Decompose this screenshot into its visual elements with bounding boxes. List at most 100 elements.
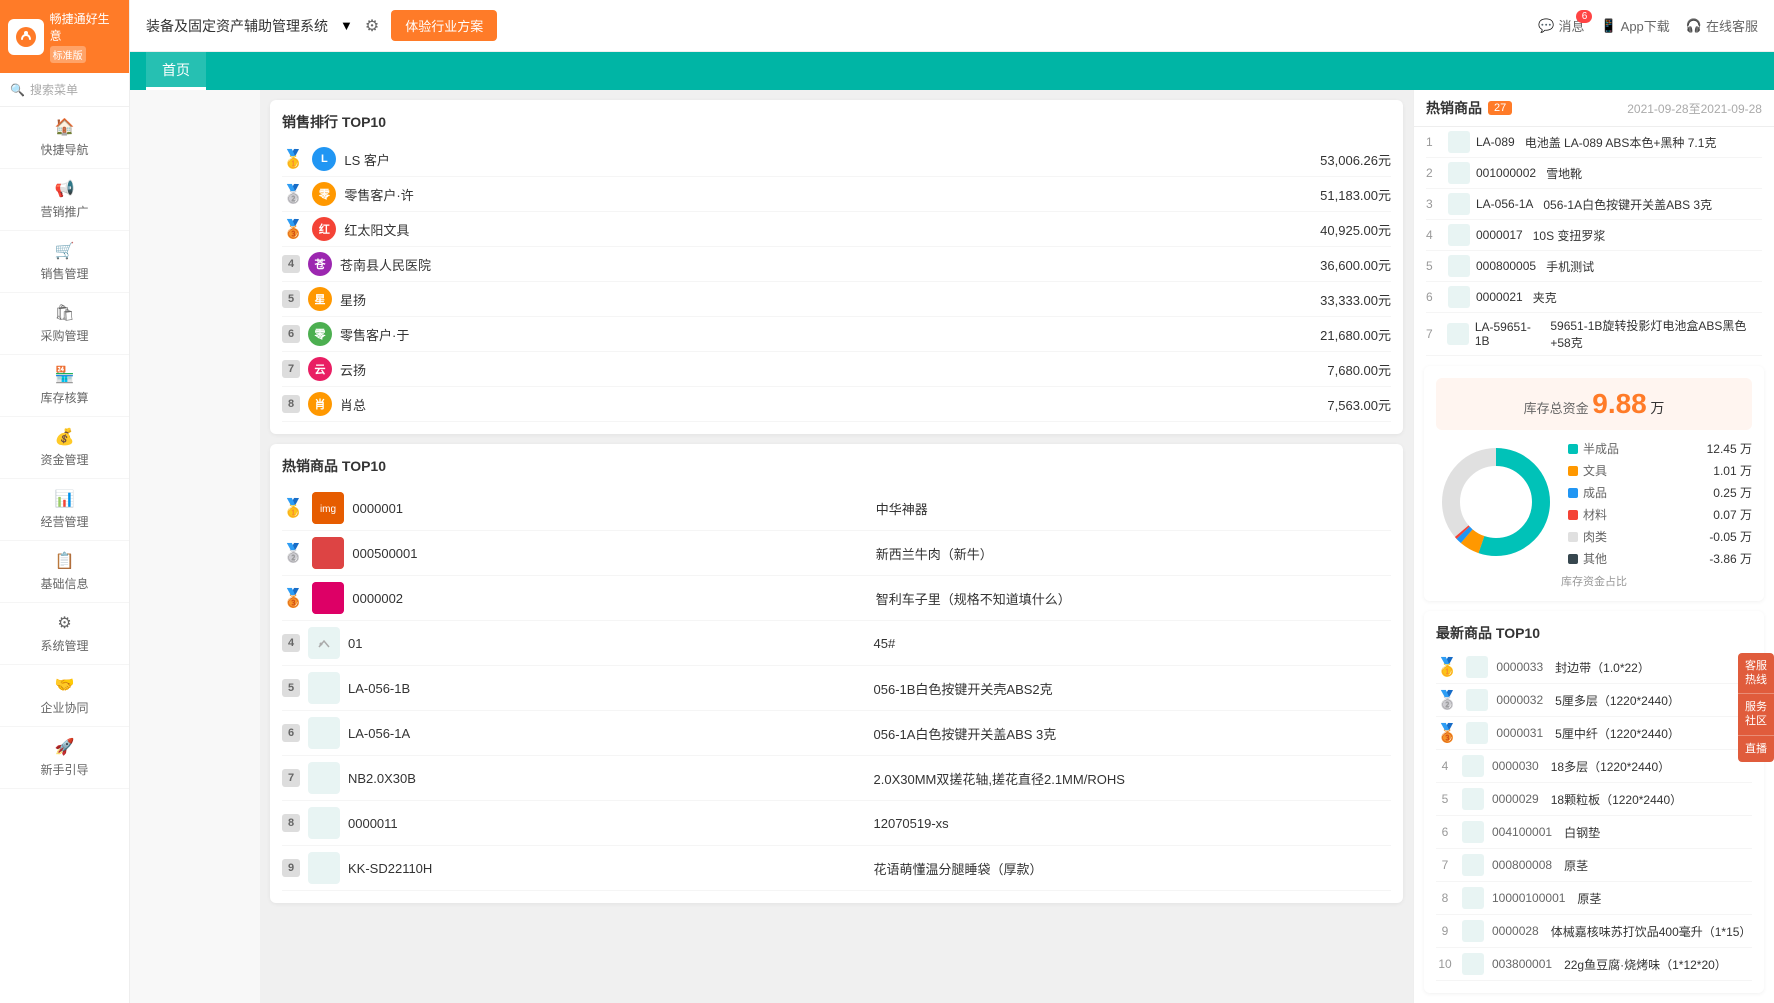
product-thumbnail — [308, 672, 340, 704]
table-row: 🥉 红 红太阳文具 40,925.00元 — [282, 212, 1391, 247]
legend-dot — [1568, 532, 1578, 542]
latest-products-card: 最新商品 TOP10 🥇 0000033 封边带（1.0*22） 🥈 — [1424, 611, 1764, 993]
search-menu[interactable]: 🔍 搜索菜单 — [0, 73, 129, 107]
service-community-button[interactable]: 服务社区 — [1738, 694, 1774, 736]
logo-text: 畅捷通好生意 标准版 — [50, 10, 121, 63]
sidebar-logo: 畅捷通好生意 标准版 — [0, 0, 129, 73]
top-selling-date: 2021-09-28至2021-09-28 — [1627, 100, 1762, 117]
medal-icon: 🥈 — [282, 543, 304, 564]
sidebar-nav-item-purchase[interactable]: 🛍 采购管理 — [0, 293, 129, 355]
sidebar-nav-item-enterprise[interactable]: 🤝 企业协同 — [0, 665, 129, 727]
list-item: 7 NB2.0X30B 2.0X30MM双搓花轴,搓花直径2.1MM/ROHS — [282, 756, 1391, 801]
sidebar-nav-item-basic[interactable]: 📋 基础信息 — [0, 541, 129, 603]
svg-text:img: img — [320, 504, 336, 515]
hot-products-title: 热销商品 TOP10 — [282, 456, 1391, 476]
list-item: 5 0000029 18颗粒板（1220*2440） — [1436, 783, 1752, 816]
list-item: 6 LA-056-1A 056-1A白色按键开关盖ABS 3克 — [282, 711, 1391, 756]
table-row: 7 云 云扬 7,680.00元 — [282, 352, 1391, 387]
sidebar-nav-item-home[interactable]: 🏠 快捷导航 — [0, 107, 129, 169]
top-selling-header: 热销商品 27 2021-09-28至2021-09-28 — [1414, 90, 1774, 127]
top-selling-list: 1 LA-089 电池盖 LA-089 ABS本色+黑种 7.1克 2 0010… — [1414, 127, 1774, 356]
product-icon — [1448, 131, 1470, 153]
list-item: 🥇 img 0000001 中华神器 — [282, 486, 1391, 531]
table-row: 🥇 L LS 客户 53,006.26元 — [282, 142, 1391, 177]
legend-item: 其他 -3.86 万 — [1568, 550, 1752, 567]
product-icon — [1448, 286, 1470, 308]
avatar: L — [312, 147, 336, 171]
app-download-button[interactable]: 📱 App下载 — [1600, 16, 1669, 35]
product-icon — [1466, 689, 1488, 711]
product-icon — [1448, 162, 1470, 184]
donut-chart-section: 半成品 12.45 万 文具 1.01 万 成品 0.25 万 — [1436, 440, 1752, 567]
list-item: 🥉 0000002 智利车子里（规格不知道填什么） — [282, 576, 1391, 621]
avatar: 红 — [312, 217, 336, 241]
list-item: 🥈 0000032 5厘多层（1220*2440） — [1436, 684, 1752, 717]
message-badge: 6 — [1576, 10, 1592, 23]
list-item: 6 0000021 夹克 — [1426, 282, 1762, 313]
medal-icon: 🥉 — [282, 588, 304, 609]
sidebar-nav-item-sales[interactable]: 🛒 销售管理 — [0, 231, 129, 293]
product-icon — [1447, 323, 1469, 345]
search-icon: 🔍 — [10, 83, 25, 97]
product-thumbnail — [312, 537, 344, 569]
legend-dot — [1568, 510, 1578, 520]
product-icon — [1462, 854, 1484, 876]
donut-legend: 半成品 12.45 万 文具 1.01 万 成品 0.25 万 — [1568, 440, 1752, 567]
donut-chart — [1436, 442, 1556, 565]
table-row: 5 星 星扬 33,333.00元 — [282, 282, 1391, 317]
avatar: 苍 — [308, 252, 332, 276]
table-row: 6 零 零售客户·于 21,680.00元 — [282, 317, 1391, 352]
messages-button[interactable]: 💬 消息 6 — [1538, 16, 1584, 35]
table-row: 🥈 零 零售客户·许 51,183.00元 — [282, 177, 1391, 212]
avatar: 零 — [312, 182, 336, 206]
list-item: 7 LA-59651-1B 59651-1B旋转投影灯电池盒ABS黑色+58克 — [1426, 313, 1762, 356]
product-icon — [1462, 953, 1484, 975]
table-row: 4 苍 苍南县人民医院 36,600.00元 — [282, 247, 1391, 282]
settings-icon[interactable]: ⚙ — [365, 16, 379, 36]
header-right: 💬 消息 6 📱 App下载 🎧 在线客服 — [1538, 16, 1758, 35]
logo-badge: 标准版 — [50, 46, 86, 63]
sidebar-nav-item-system[interactable]: ⚙ 系统管理 — [0, 603, 129, 665]
sales-rank-title: 销售排行 TOP10 — [282, 112, 1391, 132]
avatar: 零 — [308, 322, 332, 346]
sales-rank-table: 🥇 L LS 客户 53,006.26元 🥈 零 零售客户·许 51,183.0… — [282, 142, 1391, 422]
list-item: 8 10000100001 原茎 — [1436, 882, 1752, 915]
medal-icon: 🥉 — [282, 219, 304, 240]
phone-icon: 📱 — [1600, 18, 1616, 34]
product-icon — [1462, 887, 1484, 909]
sidebar-nav-item-guide[interactable]: 🚀 新手引导 — [0, 727, 129, 789]
product-icon — [1448, 193, 1470, 215]
legend-dot — [1568, 488, 1578, 498]
livestream-button[interactable]: 直播 — [1738, 736, 1774, 762]
sidebar-nav-item-stock[interactable]: 🏪 库存核算 — [0, 355, 129, 417]
table-row: 8 肖 肖总 7,563.00元 — [282, 387, 1391, 422]
list-item: 9 0000028 体械嘉核味苏打饮品400毫升（1*15） — [1436, 915, 1752, 948]
sidebar: 畅捷通好生意 标准版 🔍 搜索菜单 🏠 快捷导航 📢 营销推广 🛒 销售管理 🛍… — [0, 0, 130, 1003]
sidebar-nav-item-finance[interactable]: 💰 资金管理 — [0, 417, 129, 479]
list-item: 4 01 45# — [282, 621, 1391, 666]
sidebar-nav-item-marketing[interactable]: 📢 营销推广 — [0, 169, 129, 231]
top-selling-title: 热销商品 — [1426, 98, 1482, 118]
medal-icon: 🥇 — [282, 149, 304, 170]
legend-item: 肉类 -0.05 万 — [1568, 528, 1752, 545]
finance-icon: 💰 — [55, 427, 75, 447]
experience-button[interactable]: 体验行业方案 — [391, 10, 497, 41]
sidebar-nav-item-operation[interactable]: 📊 经营管理 — [0, 479, 129, 541]
tab-home[interactable]: 首页 — [146, 52, 206, 90]
product-thumbnail — [308, 852, 340, 884]
legend-item: 文具 1.01 万 — [1568, 462, 1752, 479]
list-item: 6 004100001 白钢垫 — [1436, 816, 1752, 849]
customer-hotline-button[interactable]: 客服热线 — [1738, 653, 1774, 695]
message-icon: 💬 — [1538, 18, 1554, 34]
online-service-button[interactable]: 🎧 在线客服 — [1686, 16, 1758, 35]
list-item: 8 0000011 12070519-xs — [282, 801, 1391, 846]
avatar: 肖 — [308, 392, 332, 416]
list-item: 🥈 000500001 新西兰牛肉（新牛） — [282, 531, 1391, 576]
product-icon — [1462, 788, 1484, 810]
list-item: 5 000800005 手机测试 — [1426, 251, 1762, 282]
purchase-icon: 🛍 — [55, 303, 75, 323]
system-title: 装备及固定资产辅助管理系统 — [146, 16, 328, 36]
product-icon — [1466, 722, 1488, 744]
legend-dot — [1568, 466, 1578, 476]
legend-item: 材料 0.07 万 — [1568, 506, 1752, 523]
